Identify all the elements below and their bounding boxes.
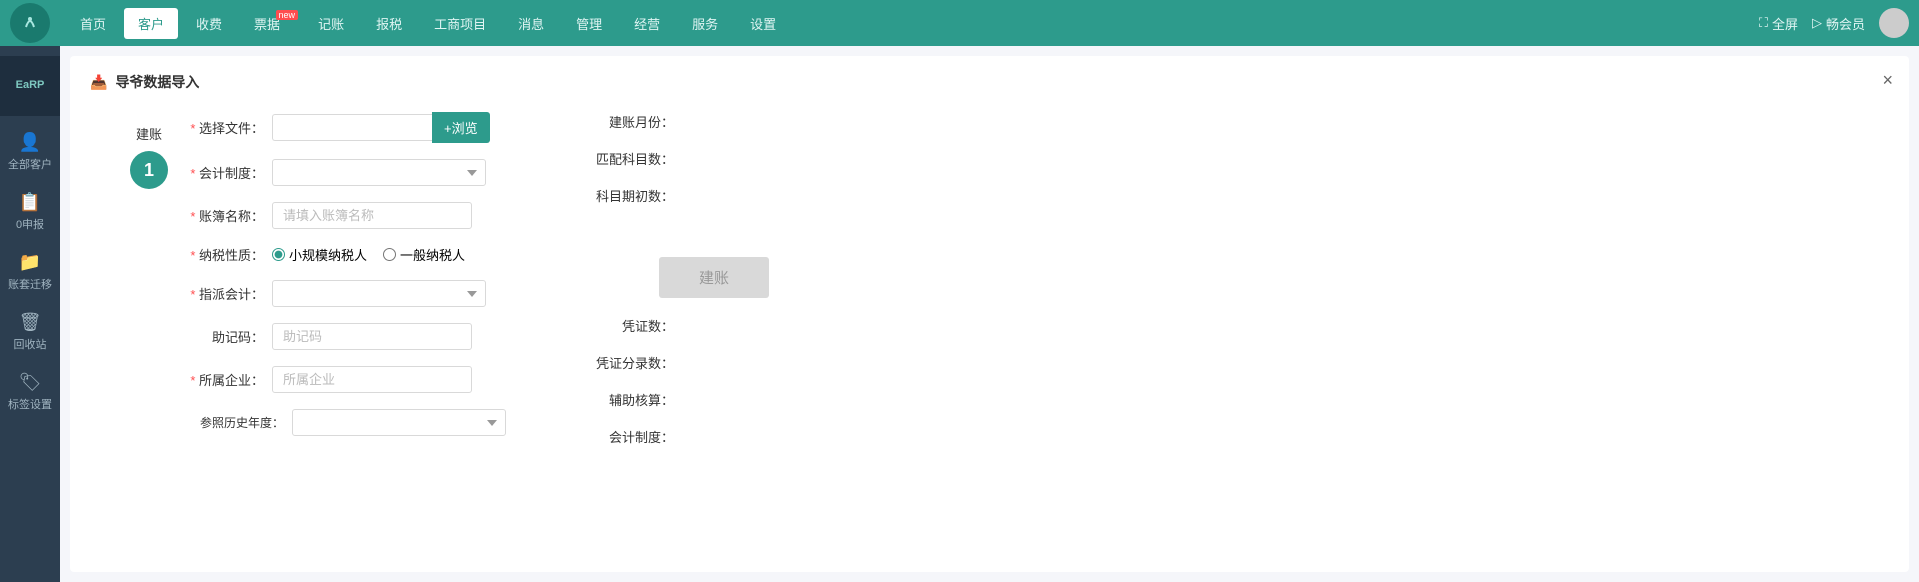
accountant-select[interactable] — [272, 280, 486, 307]
company-row: 所属企业： — [184, 366, 544, 393]
voucher-label: 凭证数： — [584, 316, 674, 335]
nav-home[interactable]: 首页 — [66, 8, 120, 39]
member-icon: ▷ — [1812, 15, 1822, 31]
sidebar: EaRP 👤 全部客户 📋 0申报 📁 账套迁移 🗑 回收站 🏷 标签设置 — [0, 46, 60, 582]
accounting-sys-label: 会计制度： — [584, 427, 674, 446]
report-icon: 📋 — [19, 192, 41, 213]
accountant-label: 指派会计： — [184, 284, 264, 303]
sidebar-logo: EaRP — [0, 56, 60, 116]
app-logo — [10, 3, 50, 43]
nav-operation[interactable]: 经营 — [620, 8, 674, 39]
trash-icon: 🗑 — [19, 312, 42, 333]
panel-header: 📥 导爷数据导入 — [90, 72, 1889, 92]
nav-settings[interactable]: 设置 — [736, 8, 790, 39]
step-badge: 1 — [130, 151, 168, 189]
ledger-row: 账簿名称： — [184, 202, 544, 229]
right-info-panel: 建账月份： 匹配科目数： 科目期初数： 建账 — [584, 112, 844, 446]
company-input[interactable] — [272, 366, 472, 393]
file-row: 选择文件： +浏览 — [184, 112, 544, 143]
month-row: 建账月份： — [584, 112, 844, 131]
nav-customer[interactable]: 客户 — [124, 8, 178, 39]
sidebar-item-tag-settings[interactable]: 🏷 标签设置 — [0, 364, 60, 420]
top-nav: 首页 客户 收费 票据 new 记账 报税 工商项目 消息 管理 经营 服务 设… — [0, 0, 1919, 46]
aux-label: 辅助核算： — [584, 390, 674, 409]
right-actions: 建账 — [584, 227, 844, 298]
browse-button[interactable]: +浏览 — [432, 112, 490, 143]
memo-label: 助记码： — [184, 327, 264, 346]
nav-bookkeeping[interactable]: 记账 — [304, 8, 358, 39]
ledger-input[interactable] — [272, 202, 472, 229]
history-label: 参照历史年度： — [184, 414, 284, 431]
step-label: 建账 — [136, 124, 162, 143]
user-avatar[interactable] — [1879, 8, 1909, 38]
content-area: 📥 导爷数据导入 × 建账 1 选择文件： — [60, 46, 1919, 582]
aux-row: 辅助核算： — [584, 390, 844, 409]
match-row: 匹配科目数： — [584, 149, 844, 168]
accountant-row: 指派会计： — [184, 280, 544, 307]
nav-fee[interactable]: 收费 — [182, 8, 236, 39]
accounting-row: 会计制度： — [184, 159, 544, 186]
form-fields: 选择文件： +浏览 会计制度： — [184, 112, 544, 436]
tax-small-scale[interactable]: 小规模纳税人 — [272, 245, 367, 264]
tag-icon: 🏷 — [19, 372, 42, 393]
accounting-sys-row: 会计制度： — [584, 427, 844, 446]
member-button[interactable]: ▷ 畅会员 — [1812, 14, 1865, 33]
company-label: 所属企业： — [184, 370, 264, 389]
memo-input[interactable] — [272, 323, 472, 350]
match-label: 匹配科目数： — [584, 149, 674, 168]
main-panel: 📥 导爷数据导入 × 建账 1 选择文件： — [70, 56, 1909, 572]
sidebar-item-zero-report[interactable]: 📋 0申报 — [0, 184, 60, 240]
panel-title: 导爷数据导入 — [115, 72, 199, 92]
month-label: 建账月份： — [584, 112, 674, 131]
file-text-input[interactable] — [272, 114, 432, 141]
person-icon: 👤 — [19, 132, 41, 153]
voucher-row: 凭证数： — [584, 316, 844, 335]
nav-tax[interactable]: 报税 — [362, 8, 416, 39]
step-section: 建账 1 选择文件： +浏览 — [130, 112, 544, 446]
fullscreen-icon: ⛶ — [1759, 15, 1768, 31]
main-layout: EaRP 👤 全部客户 📋 0申报 📁 账套迁移 🗑 回收站 🏷 标签设置 📥 … — [0, 46, 1919, 582]
file-input-wrap: +浏览 — [272, 112, 490, 143]
accounting-label: 会计制度： — [184, 163, 264, 182]
accounting-select[interactable] — [272, 159, 486, 186]
sidebar-item-trash[interactable]: 🗑 回收站 — [0, 304, 60, 360]
nav-business[interactable]: 工商项目 — [420, 8, 500, 39]
initial-row: 科目期初数： — [584, 186, 844, 205]
form-container: 建账 1 选择文件： +浏览 — [90, 112, 1889, 446]
tax-general[interactable]: 一般纳税人 — [383, 245, 465, 264]
file-label: 选择文件： — [184, 118, 264, 137]
nav-message[interactable]: 消息 — [504, 8, 558, 39]
folder-icon: 📁 — [19, 252, 41, 273]
tax-general-radio[interactable] — [383, 248, 396, 261]
tax-radio-group: 小规模纳税人 一般纳税人 — [272, 245, 465, 264]
import-icon: 📥 — [90, 74, 107, 91]
new-badge: new — [276, 10, 299, 20]
create-account-button[interactable]: 建账 — [659, 257, 769, 298]
sidebar-item-account-migration[interactable]: 📁 账套迁移 — [0, 244, 60, 300]
fullscreen-button[interactable]: ⛶ 全屏 — [1759, 14, 1798, 33]
nav-manage[interactable]: 管理 — [562, 8, 616, 39]
history-select[interactable] — [292, 409, 506, 436]
nav-service[interactable]: 服务 — [678, 8, 732, 39]
ledger-label: 账簿名称： — [184, 206, 264, 225]
nav-items: 首页 客户 收费 票据 new 记账 报税 工商项目 消息 管理 经营 服务 设… — [66, 8, 1759, 39]
nav-ticket[interactable]: 票据 new — [240, 8, 300, 39]
sidebar-item-all-customers[interactable]: 👤 全部客户 — [0, 124, 60, 180]
voucher-records-label: 凭证分录数： — [584, 353, 674, 372]
initial-label: 科目期初数： — [584, 186, 674, 205]
tax-row: 纳税性质： 小规模纳税人 一般纳税人 — [184, 245, 544, 264]
history-row: 参照历史年度： — [184, 409, 544, 436]
tax-small-radio[interactable] — [272, 248, 285, 261]
nav-right: ⛶ 全屏 ▷ 畅会员 — [1759, 8, 1909, 38]
close-button[interactable]: × — [1882, 70, 1893, 91]
voucher-records-row: 凭证分录数： — [584, 353, 844, 372]
memo-row: 助记码： — [184, 323, 544, 350]
tax-label: 纳税性质： — [184, 245, 264, 264]
